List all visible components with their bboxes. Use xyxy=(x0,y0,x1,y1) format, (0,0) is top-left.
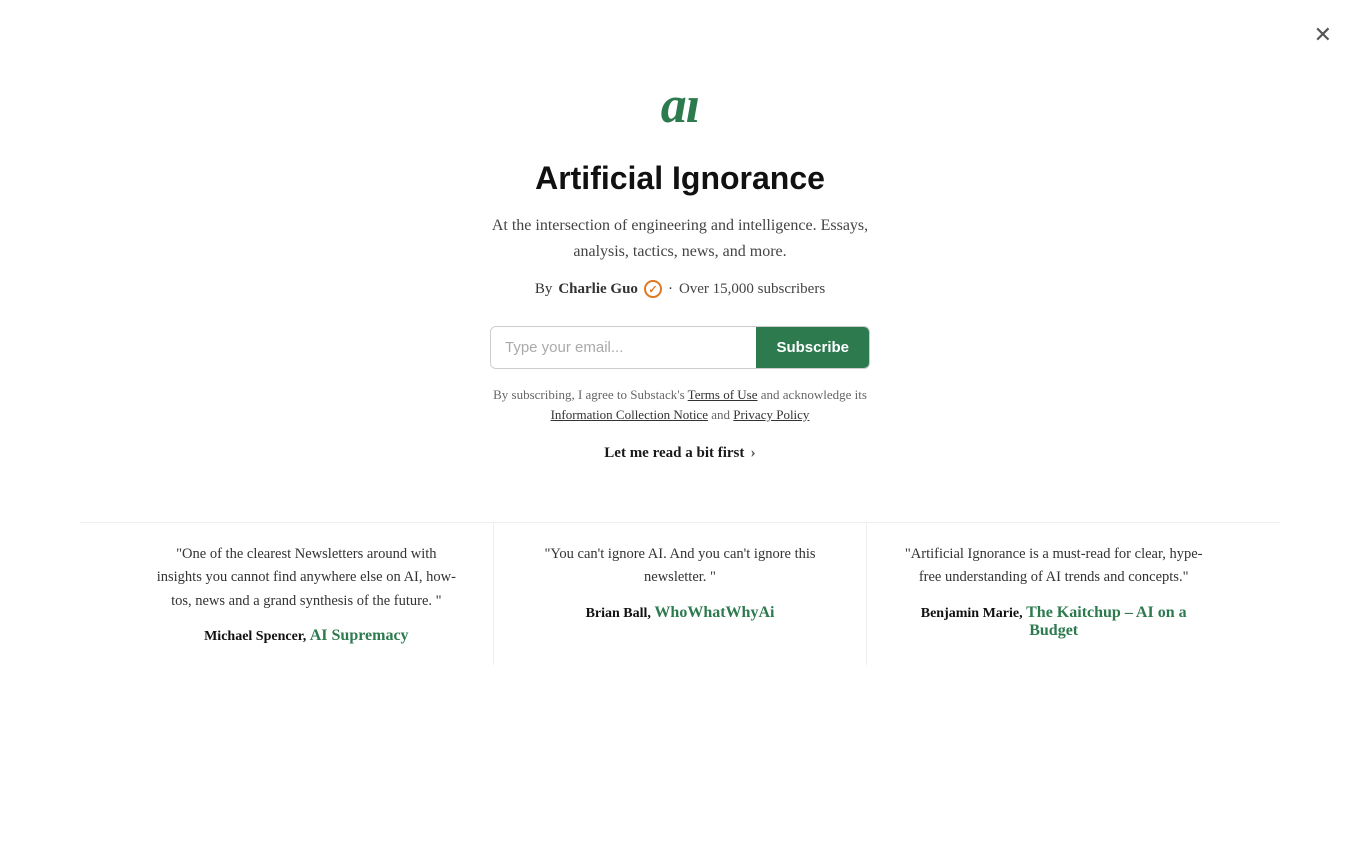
subscribe-button[interactable]: Subscribe xyxy=(756,327,869,368)
subscribers-count: Over 15,000 subscribers xyxy=(679,281,825,298)
testimonials-section: "One of the clearest Newsletters around … xyxy=(80,523,1280,665)
logo: aı xyxy=(661,77,699,134)
testimonial-3-quote: "Artificial Ignorance is a must-read for… xyxy=(899,543,1208,589)
testimonial-2-author-line: Brian Ball, WhoWhatWhyAi xyxy=(526,604,835,622)
testimonial-1: "One of the clearest Newsletters around … xyxy=(120,523,494,665)
email-input[interactable] xyxy=(491,327,756,368)
read-first-label: Let me read a bit first xyxy=(604,445,744,462)
testimonial-3-author-line: Benjamin Marie, The Kaitchup – AI on a B… xyxy=(899,604,1208,640)
verified-icon: ✓ xyxy=(644,280,662,298)
dot-separator: · xyxy=(668,281,673,298)
testimonial-1-quote: "One of the clearest Newsletters around … xyxy=(152,543,461,613)
testimonial-1-source-link[interactable]: AI Supremacy xyxy=(310,627,409,644)
privacy-policy-link[interactable]: Privacy Policy xyxy=(733,407,809,422)
legal-prefix: By subscribing, I agree to Substack's xyxy=(493,387,685,402)
newsletter-title: Artificial Ignorance xyxy=(535,160,825,197)
testimonial-2: "You can't ignore AI. And you can't igno… xyxy=(494,523,868,665)
newsletter-description: At the intersection of engineering and i… xyxy=(490,213,870,264)
logo-area: aı xyxy=(661,80,699,132)
author-name: Charlie Guo xyxy=(558,281,638,298)
testimonial-3-author: Benjamin Marie, xyxy=(921,606,1026,621)
subscribe-form: Subscribe xyxy=(490,326,870,369)
testimonial-1-author-line: Michael Spencer, AI Supremacy xyxy=(152,627,461,645)
testimonial-3: "Artificial Ignorance is a must-read for… xyxy=(867,523,1240,665)
testimonial-2-source-link[interactable]: WhoWhatWhyAi xyxy=(654,604,774,621)
chevron-right-icon: › xyxy=(750,444,755,462)
collection-notice-link[interactable]: Information Collection Notice xyxy=(551,407,708,422)
by-label: By xyxy=(535,281,553,298)
testimonial-1-author: Michael Spencer, xyxy=(204,629,310,644)
testimonial-3-source-link[interactable]: The Kaitchup – AI on a Budget xyxy=(1026,604,1186,639)
testimonial-2-quote: "You can't ignore AI. And you can't igno… xyxy=(526,543,835,589)
read-first-link[interactable]: Let me read a bit first › xyxy=(604,444,755,462)
main-content: aı Artificial Ignorance At the intersect… xyxy=(0,0,1360,665)
terms-link[interactable]: Terms of Use xyxy=(688,387,758,402)
author-line: By Charlie Guo ✓ · Over 15,000 subscribe… xyxy=(535,280,825,298)
testimonial-2-author: Brian Ball, xyxy=(586,606,655,621)
legal-text: By subscribing, I agree to Substack's Te… xyxy=(490,385,870,424)
close-button[interactable]: ✕ xyxy=(1310,20,1336,50)
